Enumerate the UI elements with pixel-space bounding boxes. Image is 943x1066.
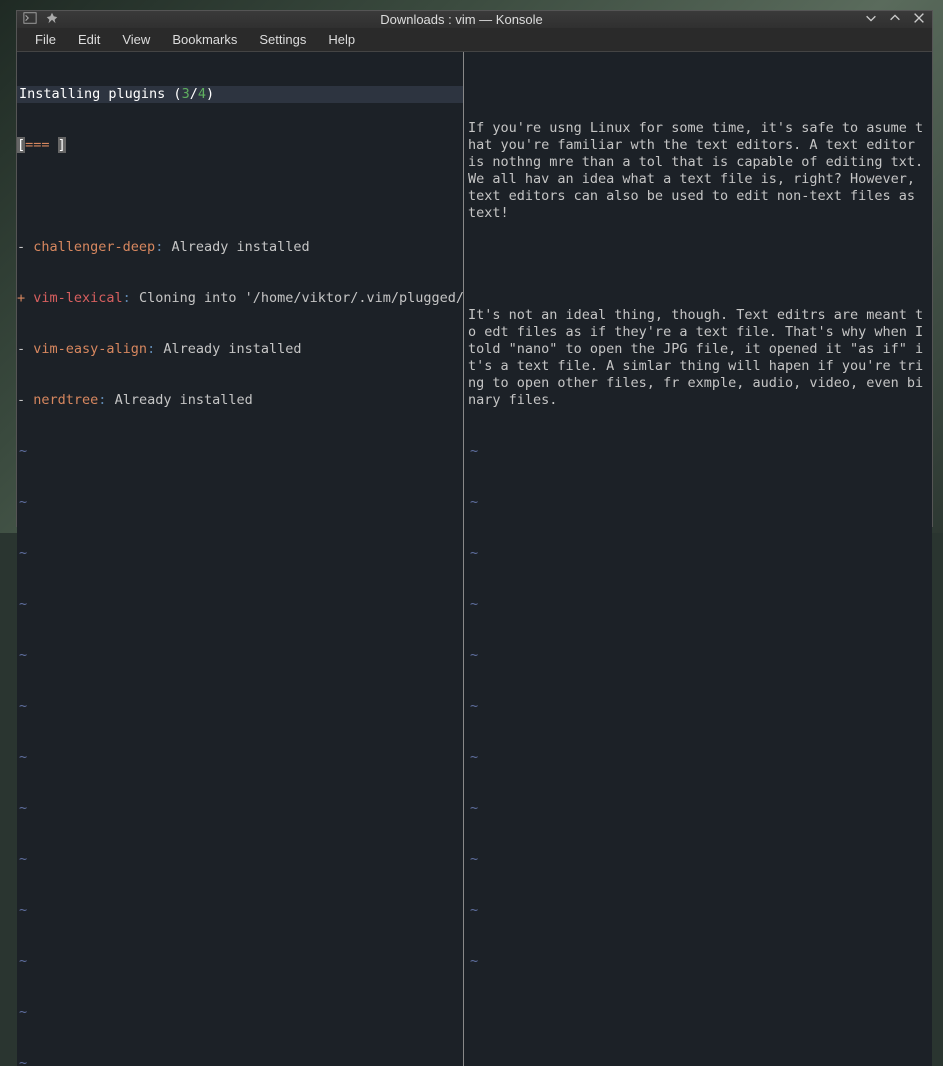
plug-progress-bar: [=== ] [17, 137, 463, 154]
plugin-row: - challenger-deep: Already installed [17, 239, 463, 256]
plugin-row: - nerdtree: Already installed [17, 392, 463, 409]
titlebar-left-icons [23, 11, 59, 28]
empty-line-tilde: ~ [468, 902, 928, 919]
empty-line-tilde: ~ [468, 800, 928, 817]
blank-line [17, 188, 463, 205]
maximize-icon[interactable] [888, 11, 902, 28]
window-title: Downloads : vim — Konsole [59, 12, 864, 27]
terminal-icon [23, 11, 37, 28]
menu-bookmarks[interactable]: Bookmarks [162, 28, 247, 51]
pin-icon[interactable] [45, 11, 59, 28]
empty-line-tilde: ~ [17, 749, 463, 766]
window-controls [864, 11, 926, 28]
empty-line-tilde: ~ [17, 953, 463, 970]
empty-line-tilde: ~ [468, 545, 928, 562]
empty-line-tilde: ~ [17, 1055, 463, 1066]
terminal-area[interactable]: Installing plugins (3/4) [=== ] - challe… [17, 52, 932, 1066]
menu-view[interactable]: View [112, 28, 160, 51]
empty-line-tilde: ~ [468, 953, 928, 970]
empty-line-tilde: ~ [17, 1004, 463, 1021]
empty-line-tilde: ~ [17, 647, 463, 664]
menu-help[interactable]: Help [318, 28, 365, 51]
empty-line-tilde: ~ [17, 596, 463, 613]
empty-line-tilde: ~ [468, 494, 928, 511]
plugin-row: - vim-easy-align: Already installed [17, 341, 463, 358]
empty-line-tilde: ~ [17, 494, 463, 511]
plugin-row: + vim-lexical: Cloning into '/home/vikto… [17, 290, 463, 307]
minimize-icon[interactable] [864, 11, 878, 28]
empty-line-tilde: ~ [468, 596, 928, 613]
blank-paragraph [468, 256, 928, 273]
menu-settings[interactable]: Settings [249, 28, 316, 51]
menu-file[interactable]: File [25, 28, 66, 51]
plug-header: Installing plugins (3/4) [17, 86, 463, 103]
empty-line-tilde: ~ [468, 443, 928, 460]
vim-right-pane[interactable]: If you're usng Linux for some time, it's… [464, 52, 932, 1066]
empty-line-tilde: ~ [17, 902, 463, 919]
empty-line-tilde: ~ [17, 545, 463, 562]
konsole-window: Downloads : vim — Konsole File Edit View… [16, 10, 933, 527]
empty-line-tilde: ~ [17, 800, 463, 817]
text-paragraph: If you're usng Linux for some time, it's… [468, 120, 928, 222]
text-paragraph: It's not an ideal thing, though. Text ed… [468, 307, 928, 409]
menu-edit[interactable]: Edit [68, 28, 110, 51]
empty-line-tilde: ~ [17, 851, 463, 868]
empty-line-tilde: ~ [468, 851, 928, 868]
window-titlebar[interactable]: Downloads : vim — Konsole [17, 11, 932, 28]
close-icon[interactable] [912, 11, 926, 28]
empty-line-tilde: ~ [17, 698, 463, 715]
empty-line-tilde: ~ [17, 443, 463, 460]
menubar: File Edit View Bookmarks Settings Help [17, 28, 932, 52]
vim-left-pane[interactable]: Installing plugins (3/4) [=== ] - challe… [17, 52, 464, 1066]
empty-line-tilde: ~ [468, 647, 928, 664]
vim-split-panes: Installing plugins (3/4) [=== ] - challe… [17, 52, 932, 1066]
empty-line-tilde: ~ [468, 698, 928, 715]
empty-line-tilde: ~ [468, 749, 928, 766]
